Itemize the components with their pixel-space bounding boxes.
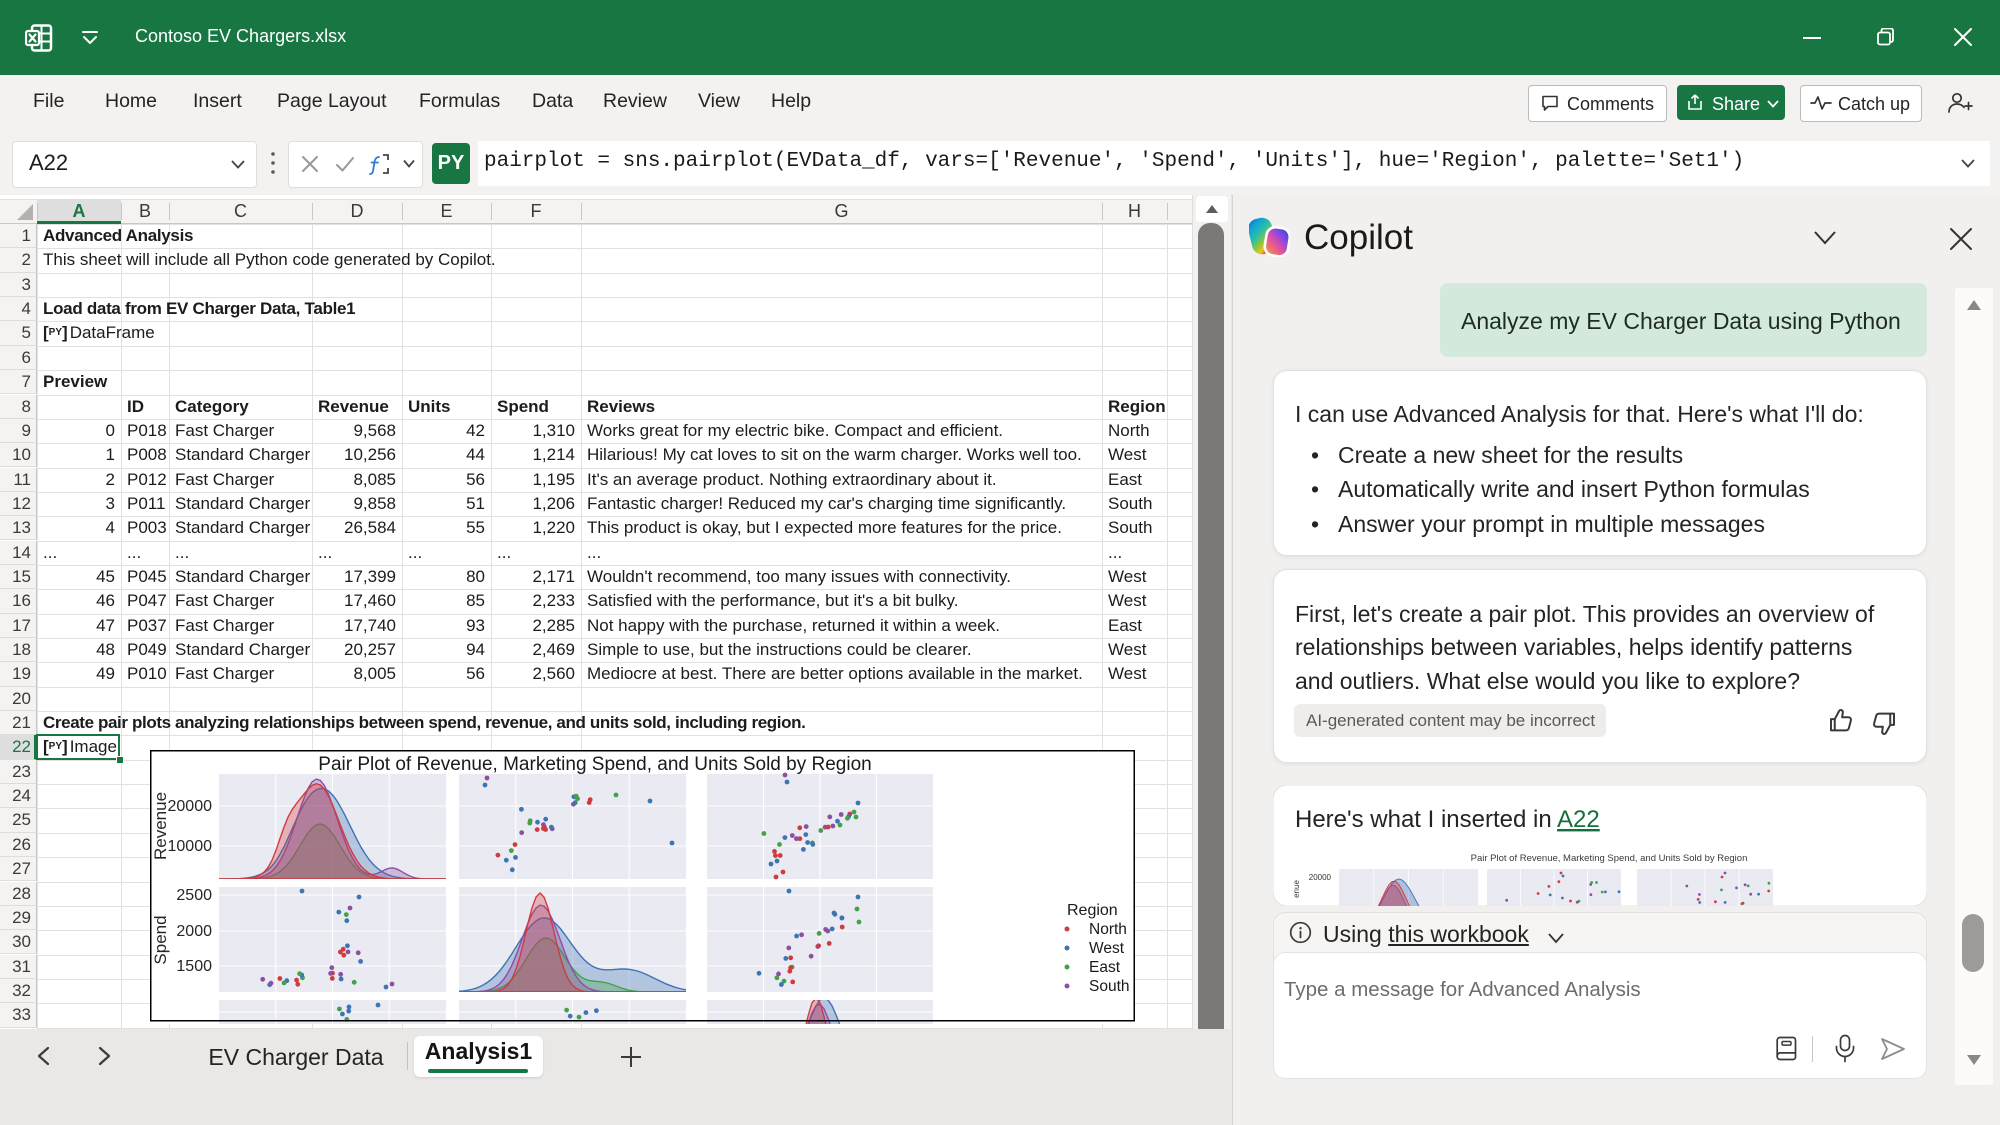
svg-text:20000: 20000 xyxy=(168,798,213,815)
svg-text:West: West xyxy=(1089,940,1125,957)
svg-text:20000: 20000 xyxy=(1309,873,1332,882)
svg-text:2000: 2000 xyxy=(176,923,212,940)
svg-text:South: South xyxy=(1089,978,1130,995)
svg-text:1500: 1500 xyxy=(176,958,212,975)
svg-text:Region: Region xyxy=(1067,902,1118,919)
svg-text:East: East xyxy=(1089,959,1121,976)
svg-text:Spend: Spend xyxy=(151,915,170,964)
svg-text:North: North xyxy=(1089,921,1127,938)
svg-text:enue: enue xyxy=(1292,880,1301,898)
svg-text:Here's what I inserted in A22: Here's what I inserted in A22 xyxy=(1295,806,1600,833)
svg-text:10000: 10000 xyxy=(168,838,213,855)
svg-text:2500: 2500 xyxy=(176,887,212,904)
svg-text:Revenue: Revenue xyxy=(151,792,170,860)
svg-text:Pair Plot of Revenue, Marketin: Pair Plot of Revenue, Marketing Spend, a… xyxy=(1471,853,1748,864)
svg-text:Pair Plot of Revenue, Marketin: Pair Plot of Revenue, Marketing Spend, a… xyxy=(318,754,871,775)
